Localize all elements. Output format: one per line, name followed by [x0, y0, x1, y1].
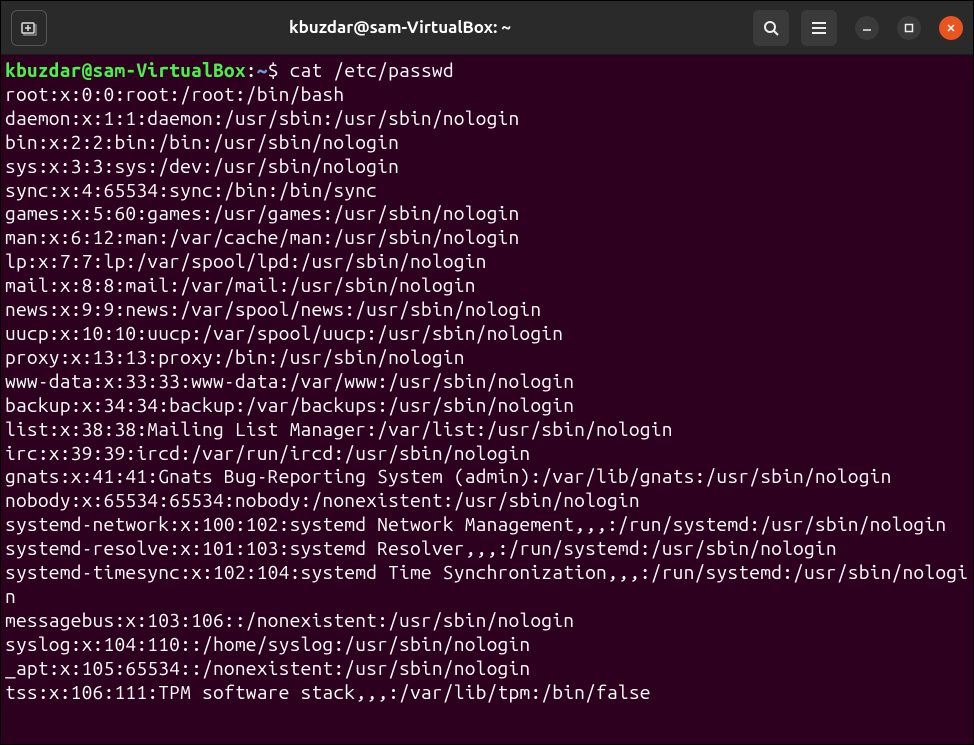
output-line: proxy:x:13:13:proxy:/bin:/usr/sbin/nolog…	[5, 346, 465, 368]
output-line: man:x:6:12:man:/var/cache/man:/usr/sbin/…	[5, 226, 519, 248]
new-tab-icon	[20, 19, 38, 37]
output-line: irc:x:39:39:ircd:/var/run/ircd:/usr/sbin…	[5, 442, 530, 464]
output-line: root:x:0:0:root:/root:/bin/bash	[5, 83, 344, 105]
menu-button[interactable]	[801, 10, 837, 46]
command-text: cat /etc/passwd	[279, 59, 454, 81]
output-line: _apt:x:105:65534::/nonexistent:/usr/sbin…	[5, 657, 530, 679]
prompt-path: ~	[257, 59, 268, 81]
output-line: news:x:9:9:news:/var/spool/news:/usr/sbi…	[5, 298, 541, 320]
output-line: mail:x:8:8:mail:/var/mail:/usr/sbin/nolo…	[5, 274, 476, 296]
maximize-button[interactable]	[897, 16, 921, 40]
close-icon	[946, 23, 956, 33]
output-line: lp:x:7:7:lp:/var/spool/lpd:/usr/sbin/nol…	[5, 250, 487, 272]
output-line: uucp:x:10:10:uucp:/var/spool/uucp:/usr/s…	[5, 322, 563, 344]
output-line: games:x:5:60:games:/usr/games:/usr/sbin/…	[5, 202, 519, 224]
prompt-user-host: kbuzdar@sam-VirtualBox	[5, 59, 246, 81]
search-icon	[763, 20, 779, 36]
terminal-output[interactable]: kbuzdar@sam-VirtualBox:~$ cat /etc/passw…	[1, 55, 973, 708]
titlebar-left	[11, 10, 47, 46]
output-line: bin:x:2:2:bin:/bin:/usr/sbin/nologin	[5, 131, 399, 153]
close-button[interactable]	[939, 16, 963, 40]
output-line: systemd-network:x:100:102:systemd Networ…	[5, 513, 946, 535]
maximize-icon	[904, 23, 914, 33]
output-line: messagebus:x:103:106::/nonexistent:/usr/…	[5, 609, 574, 631]
output-line: list:x:38:38:Mailing List Manager:/var/l…	[5, 418, 673, 440]
output-line: backup:x:34:34:backup:/var/backups:/usr/…	[5, 394, 574, 416]
output-line: systemd-resolve:x:101:103:systemd Resolv…	[5, 537, 837, 559]
output-line: systemd-timesync:x:102:104:systemd Time …	[5, 561, 968, 607]
output-line: tss:x:106:111:TPM software stack,,,:/var…	[5, 681, 651, 703]
output-line: gnats:x:41:41:Gnats Bug-Reporting System…	[5, 465, 892, 487]
titlebar: kbuzdar@sam-VirtualBox: ~	[1, 1, 973, 55]
output-line: syslog:x:104:110::/home/syslog:/usr/sbin…	[5, 633, 530, 655]
titlebar-right	[753, 10, 963, 46]
output-line: www-data:x:33:33:www-data:/var/www:/usr/…	[5, 370, 574, 392]
minimize-icon	[862, 23, 872, 33]
output-line: sys:x:3:3:sys:/dev:/usr/sbin/nologin	[5, 155, 399, 177]
prompt-symbol: $	[268, 59, 279, 81]
output-line: nobody:x:65534:65534:nobody:/nonexistent…	[5, 489, 640, 511]
search-button[interactable]	[753, 10, 789, 46]
window-title: kbuzdar@sam-VirtualBox: ~	[55, 18, 745, 37]
hamburger-icon	[812, 22, 826, 34]
new-tab-button[interactable]	[11, 10, 47, 46]
output-line: daemon:x:1:1:daemon:/usr/sbin:/usr/sbin/…	[5, 107, 519, 129]
prompt-separator: :	[246, 59, 257, 81]
output-line: sync:x:4:65534:sync:/bin:/bin/sync	[5, 179, 377, 201]
minimize-button[interactable]	[855, 16, 879, 40]
